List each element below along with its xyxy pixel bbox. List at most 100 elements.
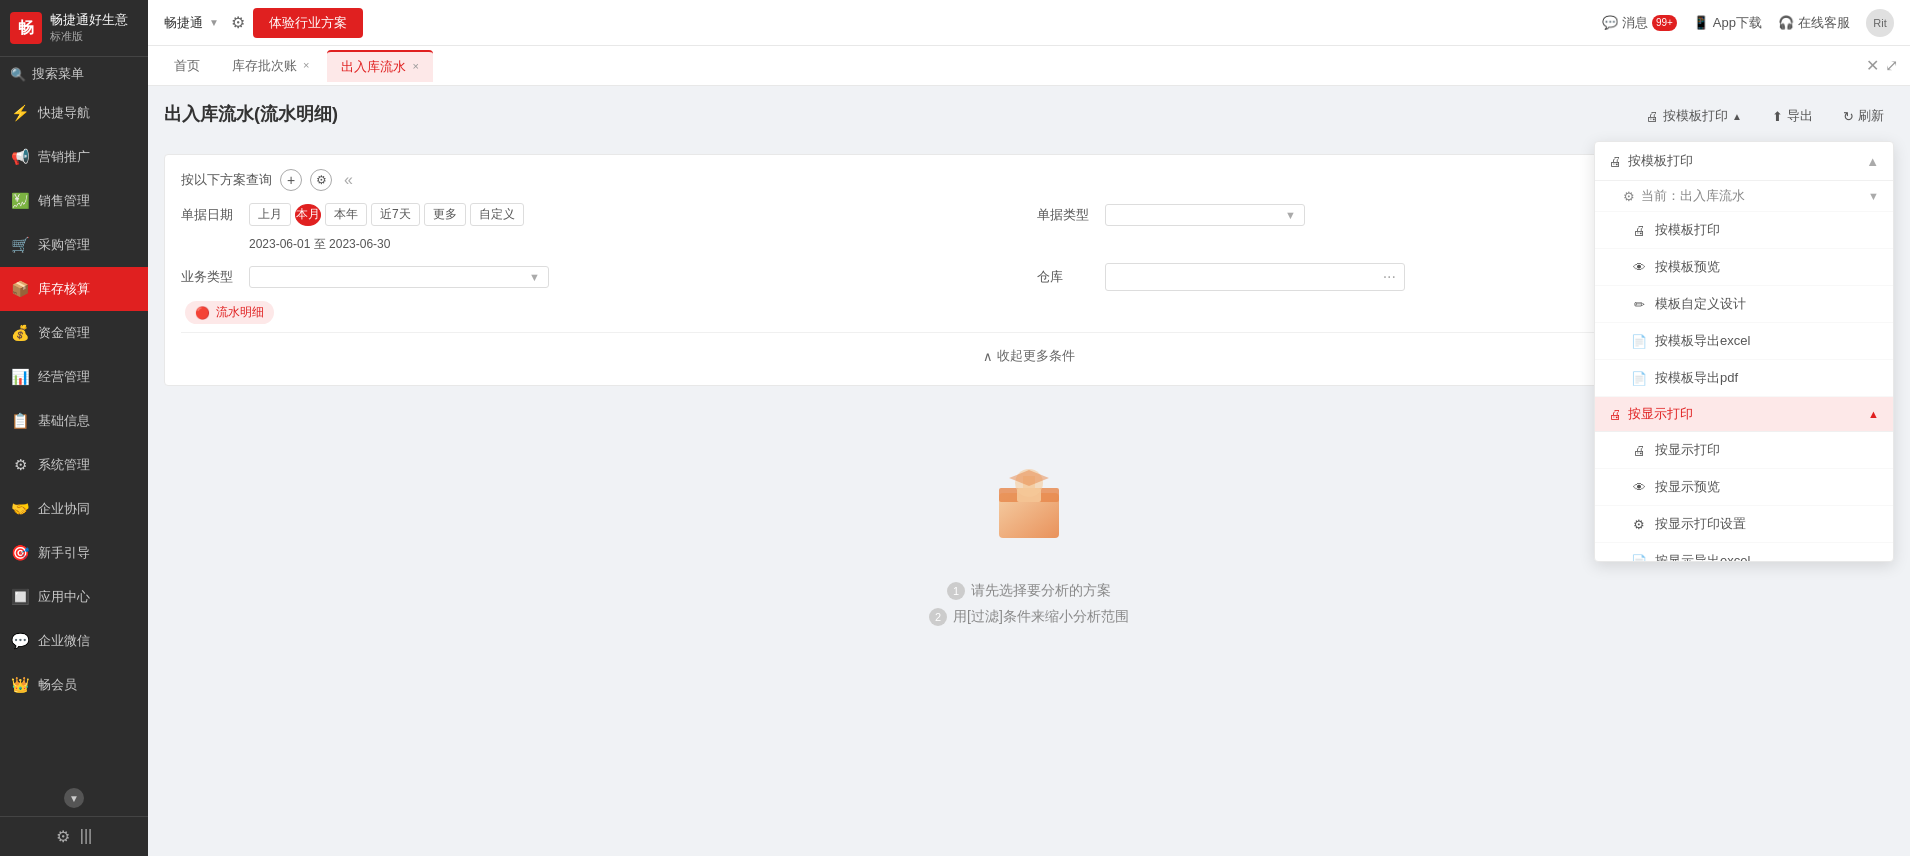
- online-service-btn[interactable]: 🎧 在线客服: [1778, 14, 1850, 32]
- biz-select[interactable]: ▼: [249, 266, 549, 288]
- date-btn-more[interactable]: 更多: [424, 203, 466, 226]
- display-print-item-icon: 🖨: [1631, 442, 1647, 458]
- basic-info-icon: 📋: [10, 411, 30, 431]
- template-custom-item-icon: ✏: [1631, 296, 1647, 312]
- sidebar-item-finance[interactable]: 💰 资金管理: [0, 311, 148, 355]
- filter-tag-details[interactable]: 🔴 流水明细: [185, 301, 274, 324]
- filter-title: 按以下方案查询: [181, 171, 272, 189]
- type-chevron-icon: ▼: [1285, 209, 1296, 221]
- current-sub-icon: ⚙: [1623, 189, 1635, 204]
- printer-header-icon: 🖨: [1609, 154, 1622, 169]
- hint-number-2: 2: [929, 608, 947, 626]
- sidebar-item-operations[interactable]: 📊 经营管理: [0, 355, 148, 399]
- sidebar-item-enterprise[interactable]: 🤝 企业协同: [0, 487, 148, 531]
- display-preview-item-icon: 👁: [1631, 479, 1647, 495]
- action-bar: 🖨 按模板打印 ▲ ⬆ 导出 ↻ 刷新: [1636, 102, 1894, 130]
- warehouse-input[interactable]: ···: [1105, 263, 1405, 291]
- trial-btn[interactable]: 体验行业方案: [253, 8, 363, 38]
- page-title: 出入库流水(流水明细): [164, 102, 338, 126]
- topbar-right: 💬 消息 99+ 📱 App下载 🎧 在线客服 Rit: [1602, 9, 1894, 37]
- date-btn-this-month[interactable]: 本月: [295, 204, 321, 226]
- dropdown-item-display-excel[interactable]: 📄 按显示导出excel: [1595, 543, 1893, 561]
- type-select[interactable]: ▼: [1105, 204, 1305, 226]
- sidebar-nav: ⚡ 快捷导航 📢 营销推广 💹 销售管理 🛒 采购管理 📦 库存核算 💰: [0, 91, 148, 784]
- display-header-chevron[interactable]: ▲: [1868, 408, 1879, 420]
- settings-icon[interactable]: ⚙: [56, 827, 70, 846]
- dropdown-item-template-custom[interactable]: ✏ 模板自定义设计: [1595, 286, 1893, 323]
- date-btn-custom[interactable]: 自定义: [470, 203, 524, 226]
- dropdown-item-template-preview[interactable]: 👁 按模板预览: [1595, 249, 1893, 286]
- sidebar-item-marketing[interactable]: 📢 营销推广: [0, 135, 148, 179]
- message-icon: 💬: [1602, 15, 1618, 30]
- warehouse-field-label: 仓库: [1037, 268, 1097, 286]
- tab-home[interactable]: 首页: [160, 51, 214, 81]
- dropdown-item-display-settings[interactable]: ⚙ 按显示打印设置: [1595, 506, 1893, 543]
- sidebar-item-sales[interactable]: 💹 销售管理: [0, 179, 148, 223]
- dropdown-item-display-preview[interactable]: 👁 按显示预览: [1595, 469, 1893, 506]
- empty-hint-1: 1 请先选择要分析的方案: [947, 582, 1111, 600]
- biz-field-label: 业务类型: [181, 268, 241, 286]
- dropdown-scroll-area: ⚙ 当前：出入库流水 ▼ 🖨 按模板打印 👁 按模板预览 ✏: [1595, 181, 1893, 561]
- app-download-btn[interactable]: 📱 App下载: [1693, 14, 1762, 32]
- sidebar-search[interactable]: 🔍 搜索菜单: [0, 57, 148, 91]
- operations-icon: 📊: [10, 367, 30, 387]
- tab-batch-account[interactable]: 库存批次账 ×: [218, 51, 323, 81]
- sidebar-item-basic-info[interactable]: 📋 基础信息: [0, 399, 148, 443]
- date-btn-this-year[interactable]: 本年: [325, 203, 367, 226]
- template-print-item-icon: 🖨: [1631, 222, 1647, 238]
- topbar: 畅捷通 ▼ ⚙ 体验行业方案 💬 消息 99+ 📱 App下载 🎧: [148, 0, 1910, 46]
- collapse-icon: ∧: [983, 349, 993, 364]
- filter-date-field: 单据日期 上月 本月 本年 近7天 更多 自定义: [181, 203, 1021, 226]
- message-btn[interactable]: 💬 消息 99+: [1602, 14, 1677, 32]
- refresh-btn[interactable]: ↻ 刷新: [1833, 102, 1894, 130]
- sidebar-item-purchase[interactable]: 🛒 采购管理: [0, 223, 148, 267]
- date-btn-last-7days[interactable]: 近7天: [371, 203, 420, 226]
- sidebar-item-wechat[interactable]: 💬 企业微信: [0, 619, 148, 663]
- topbar-gear-icon[interactable]: ⚙: [231, 13, 245, 32]
- filter-biz-field: 业务类型 ▼: [181, 266, 1021, 288]
- dropdown-item-display-print[interactable]: 🖨 按显示打印: [1595, 432, 1893, 469]
- date-control: 上月 本月 本年 近7天 更多 自定义: [249, 203, 1021, 226]
- tab-close-all-btn[interactable]: ✕: [1866, 56, 1879, 75]
- sidebar-item-app-center[interactable]: 🔲 应用中心: [0, 575, 148, 619]
- headset-icon: 🎧: [1778, 15, 1794, 30]
- guide-icon: 🎯: [10, 543, 30, 563]
- sidebar-item-system[interactable]: ⚙ 系统管理: [0, 443, 148, 487]
- tab-batch-account-close[interactable]: ×: [303, 60, 309, 71]
- biz-chevron-icon: ▼: [529, 271, 540, 283]
- user-avatar[interactable]: Rit: [1866, 9, 1894, 37]
- template-excel-item-icon: 📄: [1631, 333, 1647, 349]
- refresh-icon: ↻: [1843, 109, 1854, 124]
- display-print-header-icon: 🖨: [1609, 407, 1622, 422]
- sidebar-item-quick-nav[interactable]: ⚡ 快捷导航: [0, 91, 148, 135]
- export-btn[interactable]: ⬆ 导出: [1762, 102, 1823, 130]
- dropdown-item-template-pdf[interactable]: 📄 按模板导出pdf: [1595, 360, 1893, 397]
- dropdown-item-template-excel[interactable]: 📄 按模板导出excel: [1595, 323, 1893, 360]
- filter-collapse-icon[interactable]: «: [344, 171, 353, 189]
- template-print-btn[interactable]: 🖨 按模板打印 ▲: [1636, 102, 1752, 130]
- sidebar-item-member[interactable]: 👑 畅会员: [0, 663, 148, 707]
- dropdown-current-sub[interactable]: ⚙ 当前：出入库流水 ▼: [1595, 181, 1893, 212]
- main-content: 畅捷通 ▼ ⚙ 体验行业方案 💬 消息 99+ 📱 App下载 🎧: [148, 0, 1910, 856]
- tab-flow[interactable]: 出入库流水 ×: [327, 50, 432, 82]
- filter-add-btn[interactable]: +: [280, 169, 302, 191]
- tab-expand-btn[interactable]: ⤢: [1885, 56, 1898, 75]
- filter-settings-btn[interactable]: ⚙: [310, 169, 332, 191]
- sidebar-item-guide[interactable]: 🎯 新手引导: [0, 531, 148, 575]
- current-sub-chevron: ▼: [1868, 190, 1879, 202]
- user-selector[interactable]: 畅捷通 ▼: [164, 14, 219, 32]
- dropdown-item-template-print[interactable]: 🖨 按模板打印: [1595, 212, 1893, 249]
- tabbar: 首页 库存批次账 × 出入库流水 × ✕ ⤢: [148, 46, 1910, 86]
- dropdown-collapse-icon[interactable]: ▲: [1866, 154, 1879, 169]
- tab-flow-close[interactable]: ×: [412, 61, 418, 72]
- topbar-left: 畅捷通 ▼ ⚙ 体验行业方案: [164, 8, 1590, 38]
- collapse-sidebar-icon[interactable]: |||: [80, 827, 92, 846]
- app-logo: 畅: [10, 12, 42, 44]
- date-btn-last-month[interactable]: 上月: [249, 203, 291, 226]
- display-settings-item-icon: ⚙: [1631, 516, 1647, 532]
- sidebar-scroll-down[interactable]: ▼: [64, 788, 84, 808]
- template-preview-item-icon: 👁: [1631, 259, 1647, 275]
- page-content: 出入库流水(流水明细) 🖨 按模板打印 ▲ ⬆ 导出 ↻ 刷新: [148, 86, 1910, 856]
- sidebar-item-inventory[interactable]: 📦 库存核算: [0, 267, 148, 311]
- username-display: 畅捷通: [164, 14, 203, 32]
